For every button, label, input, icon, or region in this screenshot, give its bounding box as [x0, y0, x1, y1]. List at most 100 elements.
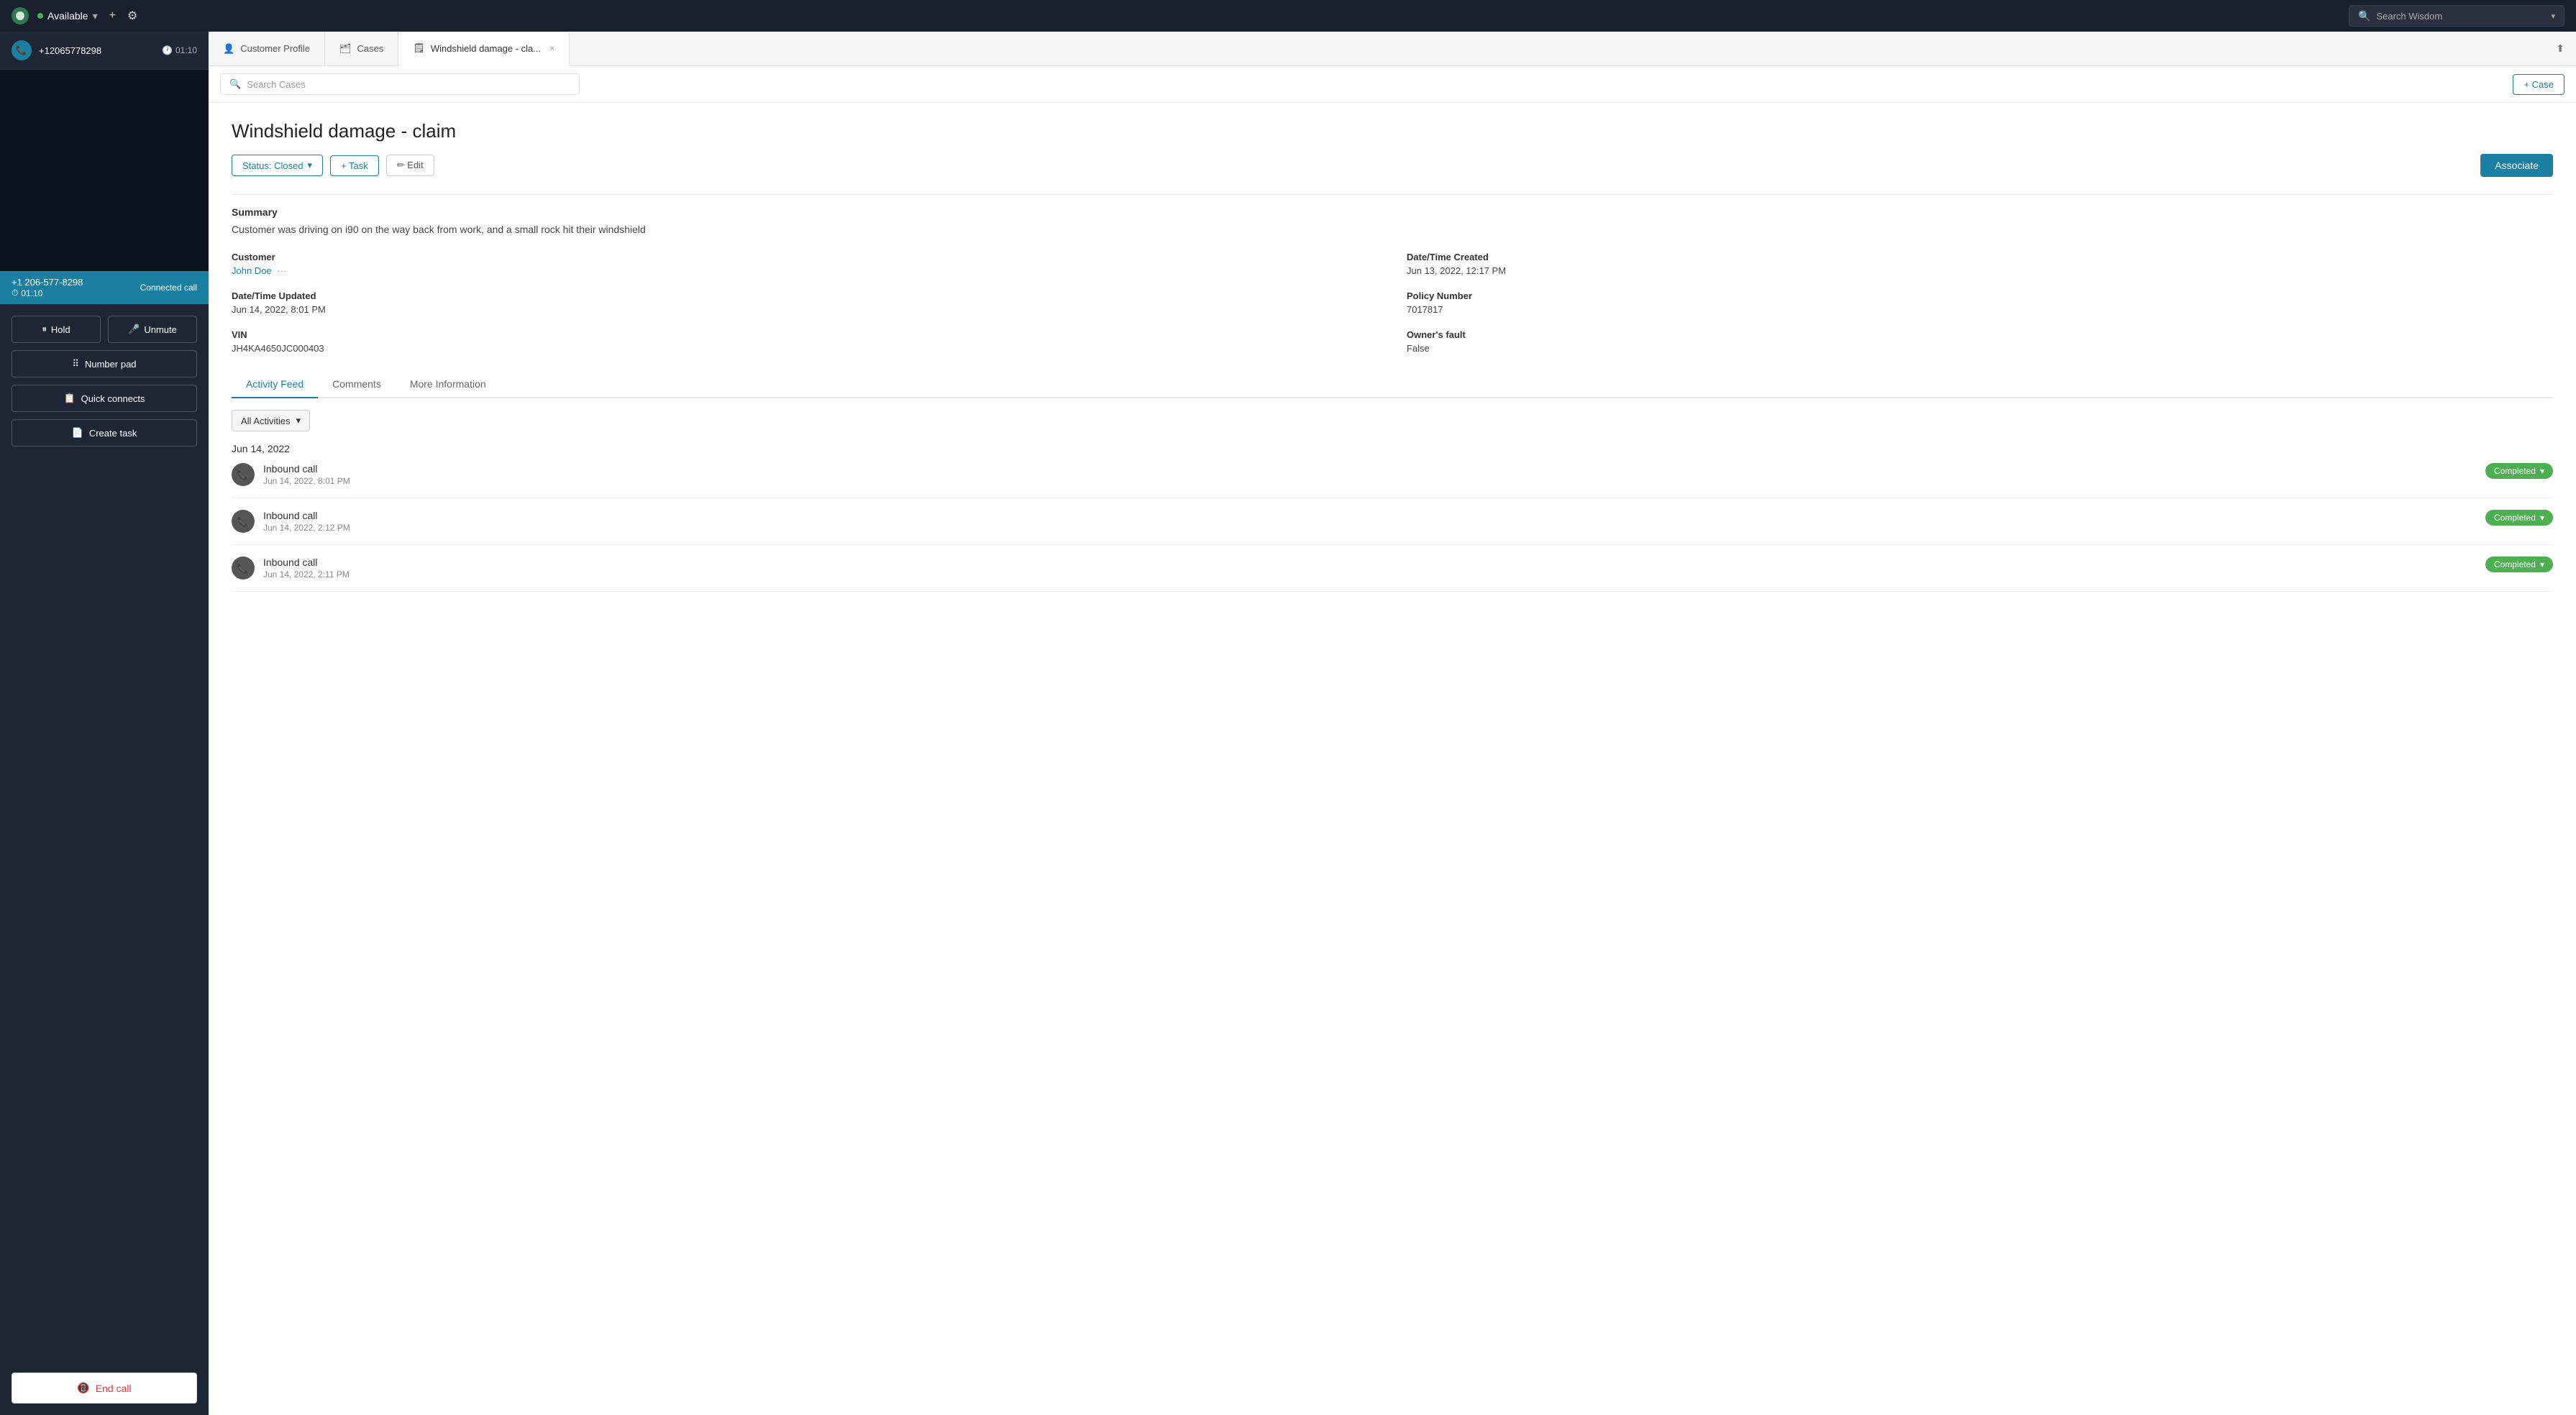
gear-icon[interactable]: ⚙ — [127, 9, 137, 23]
search-wisdom-placeholder: Search Wisdom — [2376, 11, 2545, 22]
numpad-icon: ⠿ — [72, 358, 79, 370]
end-call-icon: 📵 — [77, 1382, 89, 1394]
activity-list: 📞 Inbound call Jun 14, 2022, 8:01 PM Com… — [232, 463, 2553, 592]
policy-number-field: Policy Number 7017817 — [1407, 290, 2553, 315]
divider-1 — [232, 194, 2553, 195]
case-title: Windshield damage - claim — [232, 120, 2553, 142]
hold-unmute-row: ⏸ Hold 🎤 Unmute — [12, 316, 197, 343]
date-updated-field: Date/Time Updated Jun 14, 2022, 8:01 PM — [232, 290, 1378, 315]
summary-text: Customer was driving on i90 on the way b… — [232, 222, 2553, 237]
summary-label: Summary — [232, 206, 2553, 218]
badge-chevron-icon: ▾ — [2540, 513, 2544, 523]
add-icon[interactable]: + — [109, 9, 116, 22]
completed-badge[interactable]: Completed ▾ — [2485, 463, 2553, 479]
phone-avatar-icon: 📞 — [237, 516, 249, 528]
status-chevron-icon: ▾ — [308, 160, 313, 171]
person-icon: 👤 — [223, 43, 234, 55]
tab-cases[interactable]: 🗂 Cases — [325, 32, 398, 65]
tab-activity-feed[interactable]: Activity Feed — [232, 371, 318, 398]
date-updated-label: Date/Time Updated — [232, 290, 1378, 301]
status-indicator[interactable]: Available ▾ — [37, 10, 98, 22]
summary-section: Summary Customer was driving on i90 on t… — [232, 206, 2553, 237]
add-case-button[interactable]: + Case — [2513, 74, 2564, 95]
sidebar-call-info: 📞 +12065778298 🕐 01:10 — [0, 32, 209, 70]
policy-number-value: 7017817 — [1407, 304, 2553, 315]
search-cases-icon: 🔍 — [229, 78, 241, 90]
phone-avatar-icon: 📞 — [237, 562, 249, 574]
badge-chevron-icon: ▾ — [2540, 466, 2544, 476]
search-cases-input[interactable]: 🔍 Search Cases — [220, 73, 580, 95]
activity-time: Jun 14, 2022, 2:12 PM — [263, 523, 2477, 533]
tab-more-info[interactable]: More Information — [396, 371, 501, 398]
main-layout: 📞 +12065778298 🕐 01:10 +1 206-577-8298 ⏱… — [0, 32, 2576, 1415]
owners-fault-value: False — [1407, 343, 2553, 354]
date-updated-value: Jun 14, 2022, 8:01 PM — [232, 304, 1378, 315]
activity-tabs: Activity Feed Comments More Information — [232, 371, 2553, 398]
case-content: Windshield damage - claim Status: Closed… — [209, 103, 2576, 1415]
timer-icon: ⏱ — [12, 288, 18, 298]
completed-badge[interactable]: Completed ▾ — [2485, 510, 2553, 526]
call-status-bar: +1 206-577-8298 ⏱ 01:10 Connected call — [0, 271, 209, 304]
search-wisdom-chevron-icon: ▾ — [2551, 12, 2555, 21]
tab-close-icon[interactable]: × — [549, 43, 554, 53]
filter-label: All Activities — [241, 416, 291, 426]
phone-icon: 📞 — [12, 40, 32, 60]
content-area: 👤 Customer Profile 🗂 Cases 🗒 Windshield … — [209, 32, 2576, 1415]
owners-fault-label: Owner's fault — [1407, 329, 2553, 340]
customer-field: Customer John Doe ··· — [232, 252, 1378, 276]
sidebar: 📞 +12065778298 🕐 01:10 +1 206-577-8298 ⏱… — [0, 32, 209, 1415]
status-button[interactable]: Status: Closed ▾ — [232, 155, 323, 176]
call-status-number: +1 206-577-8298 — [12, 277, 83, 288]
policy-number-label: Policy Number — [1407, 290, 2553, 301]
hold-button[interactable]: ⏸ Hold — [12, 316, 101, 343]
call-connected-label: Connected call — [140, 283, 197, 293]
date-created-field: Date/Time Created Jun 13, 2022, 12:17 PM — [1407, 252, 2553, 276]
activity-title: Inbound call — [263, 463, 2477, 475]
tab-windshield[interactable]: 🗒 Windshield damage - cla... × — [398, 32, 570, 66]
quick-connects-icon: 📋 — [63, 393, 75, 404]
filter-dropdown[interactable]: All Activities ▾ — [232, 410, 310, 431]
phone-avatar-icon: 📞 — [237, 469, 249, 481]
search-wisdom-input[interactable]: 🔍 Search Wisdom ▾ — [2349, 5, 2564, 27]
cases-icon: 🗂 — [339, 43, 352, 55]
activity-item: 📞 Inbound call Jun 14, 2022, 2:11 PM Com… — [232, 557, 2553, 592]
call-timer: 🕐 01:10 — [162, 45, 197, 55]
end-call-button[interactable]: 📵 End call — [12, 1373, 197, 1403]
unmute-button[interactable]: 🎤 Unmute — [108, 316, 197, 343]
tab-customer-profile[interactable]: 👤 Customer Profile — [209, 32, 325, 65]
completed-badge[interactable]: Completed ▾ — [2485, 557, 2553, 572]
quick-connects-button[interactable]: 📋 Quick connects — [12, 385, 197, 412]
vin-field: VIN JH4KA4650JC000403 — [232, 329, 1378, 354]
status-label: Available — [47, 10, 88, 22]
app-logo — [12, 7, 29, 24]
customer-more-icon[interactable]: ··· — [277, 265, 286, 276]
avatar: 📞 — [232, 557, 255, 580]
avatar: 📞 — [232, 463, 255, 486]
create-task-button[interactable]: 📄 Create task — [12, 419, 197, 447]
activity-title: Inbound call — [263, 510, 2477, 521]
number-pad-button[interactable]: ⠿ Number pad — [12, 350, 197, 377]
date-created-value: Jun 13, 2022, 12:17 PM — [1407, 265, 2553, 276]
activity-time: Jun 14, 2022, 8:01 PM — [263, 476, 2477, 486]
tab-comments[interactable]: Comments — [318, 371, 396, 398]
associate-button[interactable]: Associate — [2480, 154, 2553, 177]
edit-button[interactable]: ✏ Edit — [386, 155, 434, 176]
avatar: 📞 — [232, 510, 255, 533]
clock-icon: 🕐 — [162, 45, 173, 55]
owners-fault-field: Owner's fault False — [1407, 329, 2553, 354]
status-dot — [37, 13, 43, 19]
search-icon: 🔍 — [2358, 10, 2370, 22]
customer-link[interactable]: John Doe — [232, 265, 272, 276]
top-nav: Available ▾ + ⚙ 🔍 Search Wisdom ▾ — [0, 0, 2576, 32]
customer-label: Customer — [232, 252, 1378, 262]
mic-icon: 🎤 — [128, 324, 140, 335]
sidebar-controls: ⏸ Hold 🎤 Unmute ⠿ Number pad 📋 Quick con… — [0, 304, 209, 458]
badge-chevron-icon: ▾ — [2540, 559, 2544, 569]
vin-label: VIN — [232, 329, 1378, 340]
status-chevron-icon[interactable]: ▾ — [93, 10, 98, 22]
task-button[interactable]: + Task — [330, 155, 379, 176]
share-icon[interactable]: ⬆ — [2556, 42, 2564, 55]
tab-bar: 👤 Customer Profile 🗂 Cases 🗒 Windshield … — [209, 32, 2576, 66]
search-cases-placeholder: Search Cases — [247, 79, 306, 90]
call-status-timer: ⏱ 01:10 — [12, 288, 83, 298]
